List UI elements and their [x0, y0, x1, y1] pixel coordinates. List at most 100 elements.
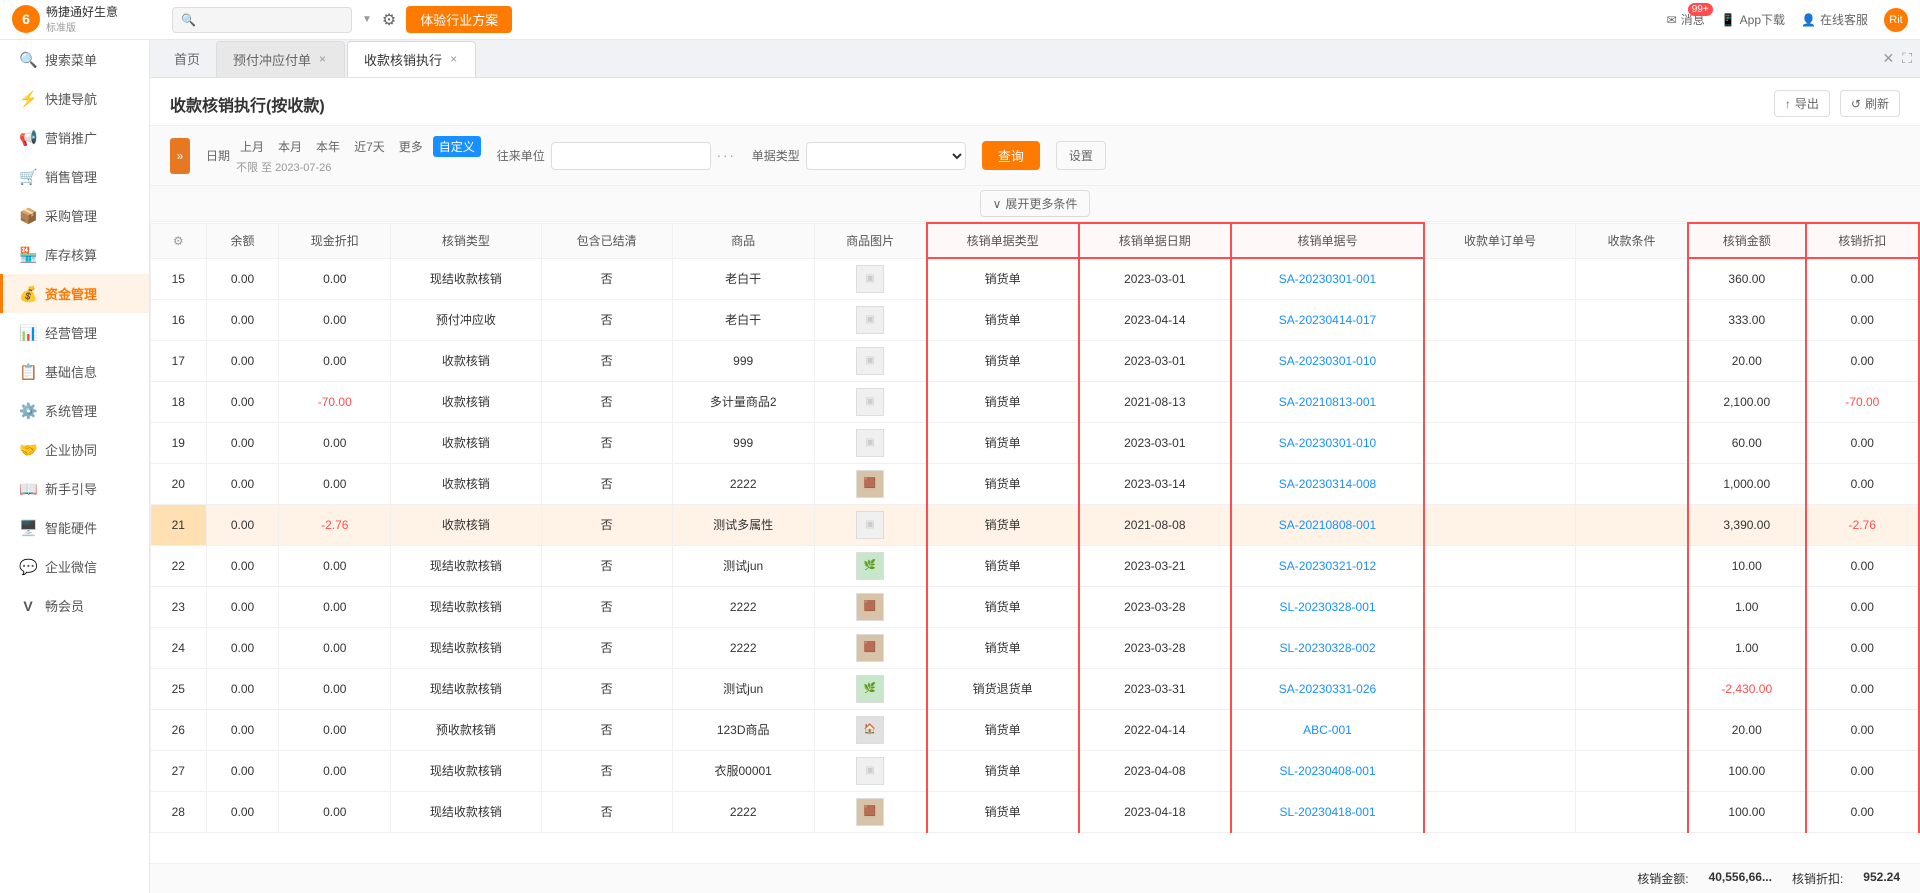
gear-icon[interactable]: ⚙ [382, 10, 396, 30]
sidebar-item-inventory[interactable]: 🏪 库存核算 [0, 235, 149, 274]
tab-expand-btn[interactable]: ⛶ [1902, 50, 1912, 67]
col-discount: 核销折扣 [1806, 223, 1919, 258]
expand-conditions-bar: ∨ 展开更多条件 [150, 186, 1920, 222]
cell-doc-no[interactable]: SA-20230301-010 [1231, 422, 1424, 463]
cell-cash-discount: -70.00 [279, 381, 391, 422]
notification-item[interactable]: ✉ 消息 99+ [1667, 11, 1705, 28]
sidebar-item-member[interactable]: V 畅会员 [0, 586, 149, 625]
date-more[interactable]: 更多 [395, 136, 427, 157]
notification-badge: 99+ [1688, 3, 1713, 16]
sidebar-label-search: 搜索菜单 [45, 50, 97, 69]
sidebar-item-operations[interactable]: 📊 经营管理 [0, 313, 149, 352]
sidebar-item-finance[interactable]: 💰 资金管理 [0, 274, 149, 313]
cell-product: 2222 [672, 586, 814, 627]
cell-doc-no[interactable]: SL-20230408-001 [1231, 750, 1424, 791]
tab-close-btn[interactable]: ✕ [1882, 50, 1894, 67]
doc-no-link[interactable]: SL-20230418-001 [1279, 805, 1375, 819]
col-doc-no: 核销单据号 [1231, 223, 1424, 258]
cell-num: 18 [151, 381, 207, 422]
doc-no-link[interactable]: SA-20230301-010 [1279, 436, 1376, 450]
cell-doc-no[interactable]: SA-20230301-010 [1231, 340, 1424, 381]
cell-product-img: ▣ [814, 340, 926, 381]
cell-type: 现结收款核销 [391, 627, 542, 668]
sidebar-item-wechat[interactable]: 💬 企业微信 [0, 547, 149, 586]
doc-no-link[interactable]: SL-20230328-001 [1279, 600, 1375, 614]
refresh-button[interactable]: ↺ 刷新 [1840, 90, 1900, 117]
tab-writeoff-close[interactable]: × [448, 50, 459, 68]
export-button[interactable]: ↑ 导出 [1774, 90, 1830, 117]
sidebar-item-purchase[interactable]: 📦 采购管理 [0, 196, 149, 235]
finance-icon: 💰 [19, 285, 37, 303]
cell-settled: 否 [541, 668, 672, 709]
date-this-month[interactable]: 本月 [274, 136, 306, 157]
doc-no-link[interactable]: SA-20230321-012 [1279, 559, 1376, 573]
doc-no-link[interactable]: SA-20230301-010 [1279, 354, 1376, 368]
cell-doc-no[interactable]: SA-20230314-008 [1231, 463, 1424, 504]
top-search-box[interactable]: 🔍 [172, 7, 352, 33]
cell-doc-type: 销货单 [927, 504, 1079, 545]
trial-button[interactable]: 体验行业方案 [406, 6, 512, 33]
refresh-icon: ↺ [1851, 97, 1861, 111]
order-type-select[interactable] [806, 142, 966, 170]
filter-expand-button[interactable]: » [170, 138, 190, 174]
expand-conditions-button[interactable]: ∨ 展开更多条件 [980, 190, 1091, 217]
sidebar-item-sales[interactable]: 🛒 销售管理 [0, 157, 149, 196]
doc-no-link[interactable]: SA-20210813-001 [1279, 395, 1376, 409]
cell-doc-date: 2023-03-28 [1079, 586, 1231, 627]
partner-input[interactable] [551, 142, 711, 170]
query-button[interactable]: 查询 [982, 141, 1040, 170]
cell-doc-no[interactable]: SA-20210808-001 [1231, 504, 1424, 545]
sidebar-item-quicknav[interactable]: ⚡ 快捷导航 [0, 79, 149, 118]
app-download-item[interactable]: 📱 App下载 [1721, 11, 1785, 28]
cell-doc-type: 销货单 [927, 545, 1079, 586]
sidebar-item-system[interactable]: ⚙️ 系统管理 [0, 391, 149, 430]
cell-doc-no[interactable]: ABC-001 [1231, 709, 1424, 750]
sidebar-item-search[interactable]: 🔍 搜索菜单 [0, 40, 149, 79]
dropdown-arrow-icon[interactable]: ▼ [362, 14, 372, 25]
date-custom[interactable]: 自定义 [433, 136, 481, 157]
message-icon: ✉ [1667, 13, 1677, 27]
col-settings[interactable]: ⚙ [151, 223, 207, 258]
tab-prepayment[interactable]: 预付冲应付单 × [216, 41, 345, 77]
cell-doc-no[interactable]: SL-20230328-002 [1231, 627, 1424, 668]
cell-product: 123D商品 [672, 709, 814, 750]
doc-no-link[interactable]: SA-20210808-001 [1279, 518, 1376, 532]
doc-no-link[interactable]: SA-20230301-001 [1279, 272, 1376, 286]
cell-condition [1575, 586, 1687, 627]
tab-home[interactable]: 首页 [158, 41, 216, 77]
doc-no-link[interactable]: SA-20230414-017 [1279, 313, 1376, 327]
sidebar-item-marketing[interactable]: 📢 营销推广 [0, 118, 149, 157]
tab-prepayment-close[interactable]: × [317, 50, 328, 68]
date-controls: 上月 本月 本年 近7天 更多 自定义 不限 至 2023-07-26 [236, 136, 481, 175]
sidebar-item-guide[interactable]: 📖 新手引导 [0, 469, 149, 508]
cell-settled: 否 [541, 791, 672, 832]
sidebar-item-basics[interactable]: 📋 基础信息 [0, 352, 149, 391]
sidebar-item-collab[interactable]: 🤝 企业协同 [0, 430, 149, 469]
user-item[interactable]: Rit [1884, 8, 1908, 32]
doc-no-link[interactable]: SA-20230331-026 [1279, 682, 1376, 696]
tab-writeoff[interactable]: 收款核销执行 × [347, 41, 476, 77]
doc-no-link[interactable]: SL-20230408-001 [1279, 764, 1375, 778]
table-container: ⚙ 余额 现金折扣 核销类型 包含已结清 商品 商品图片 核销单据类型 核销单据… [150, 222, 1920, 863]
cell-discount: 0.00 [1806, 709, 1919, 750]
cell-doc-no[interactable]: SA-20230301-001 [1231, 258, 1424, 299]
filter-settings-button[interactable]: 设置 [1056, 141, 1106, 170]
cell-balance: 0.00 [206, 627, 279, 668]
cell-doc-type: 销货退货单 [927, 668, 1079, 709]
date-last-month[interactable]: 上月 [236, 136, 268, 157]
cell-doc-no[interactable]: SL-20230328-001 [1231, 586, 1424, 627]
date-this-year[interactable]: 本年 [312, 136, 344, 157]
doc-no-link[interactable]: SA-20230314-008 [1279, 477, 1376, 491]
doc-no-link[interactable]: ABC-001 [1303, 723, 1352, 737]
date-range-text: 不限 至 2023-07-26 [236, 159, 331, 175]
sidebar-item-hardware[interactable]: 🖥️ 智能硬件 [0, 508, 149, 547]
cell-doc-no[interactable]: SA-20210813-001 [1231, 381, 1424, 422]
cell-doc-no[interactable]: SA-20230321-012 [1231, 545, 1424, 586]
online-service-item[interactable]: 👤 在线客服 [1801, 11, 1868, 28]
date-7days[interactable]: 近7天 [350, 136, 389, 157]
cell-doc-no[interactable]: SA-20230414-017 [1231, 299, 1424, 340]
cell-doc-no[interactable]: SA-20230331-026 [1231, 668, 1424, 709]
cell-doc-no[interactable]: SL-20230418-001 [1231, 791, 1424, 832]
doc-no-link[interactable]: SL-20230328-002 [1279, 641, 1375, 655]
date-shortcuts: 上月 本月 本年 近7天 更多 自定义 [236, 136, 481, 157]
